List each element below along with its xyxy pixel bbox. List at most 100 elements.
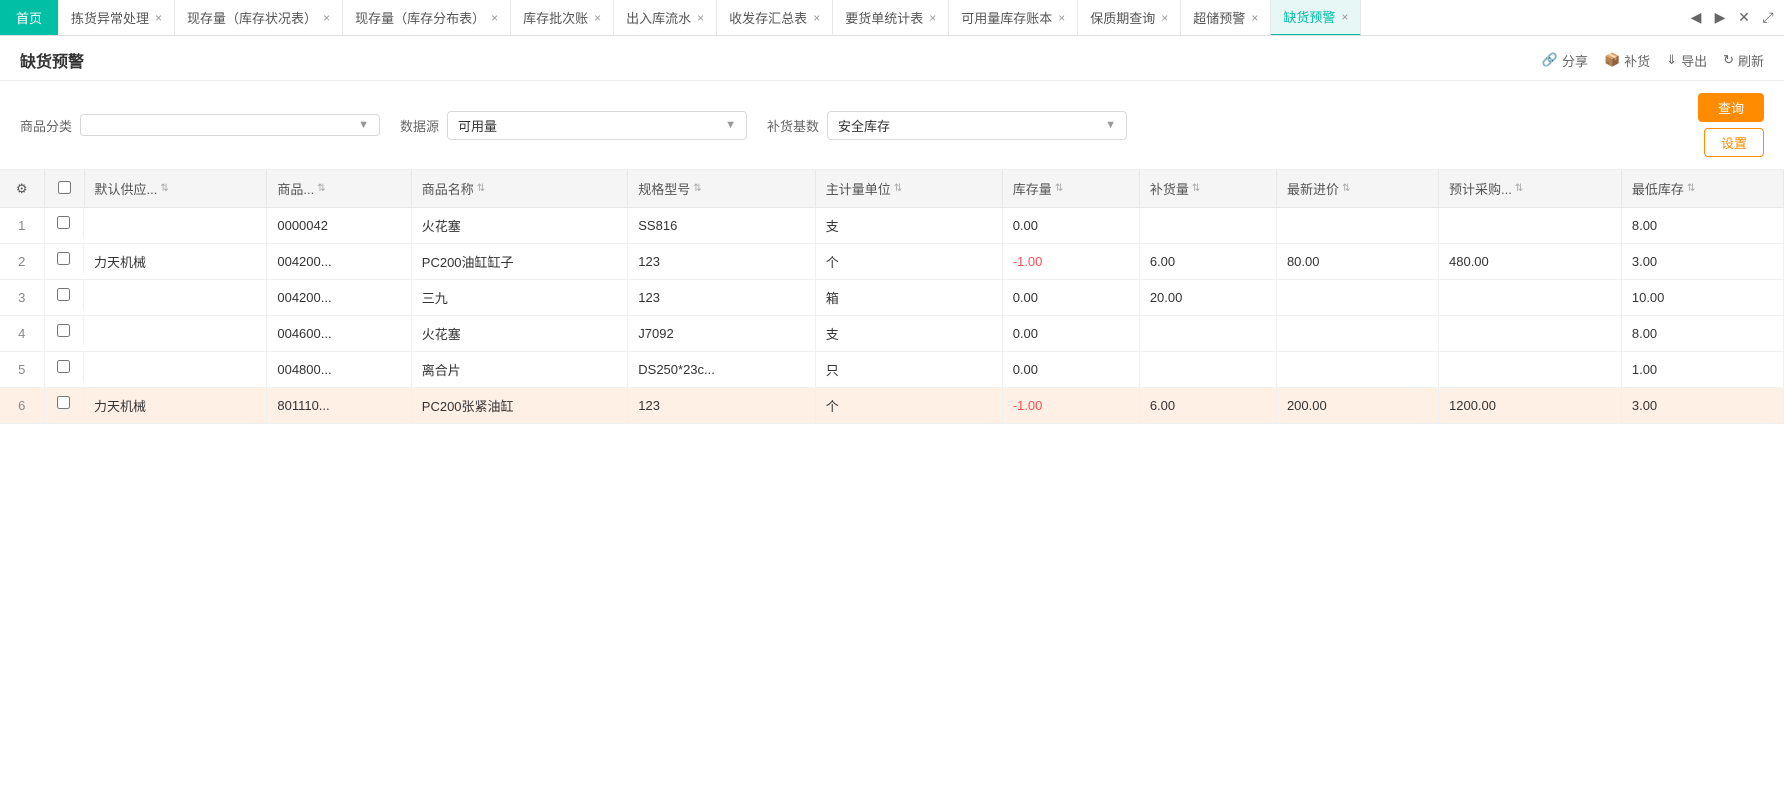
row-replenish-3: 20.00: [1139, 280, 1276, 316]
tab-available-ledger[interactable]: 可用量库存账本 ×: [949, 0, 1078, 36]
row-name-3: 三九: [411, 280, 627, 316]
tab-nav-next[interactable]: ▶: [1708, 6, 1732, 30]
close-tab-batch-account[interactable]: ×: [594, 11, 601, 25]
tab-nav-prev[interactable]: ◀: [1684, 6, 1708, 30]
row-unit-5: 只: [815, 352, 1002, 388]
category-select[interactable]: ▼: [80, 114, 380, 136]
query-button[interactable]: 查询: [1698, 93, 1764, 122]
datasource-value: 可用量: [458, 116, 497, 135]
row-num-4: 4: [0, 316, 44, 352]
row-unit-6: 个: [815, 388, 1002, 424]
settings-gear-icon[interactable]: ⚙: [16, 181, 28, 196]
table-body: 1 0000042 火花塞 SS816 支 0.00 8.00 2 力天机械 0…: [0, 208, 1784, 424]
close-tab-order-stats[interactable]: ×: [929, 11, 936, 25]
row-est-purchase-4: [1439, 316, 1622, 352]
refresh-button[interactable]: ↻ 刷新: [1723, 51, 1764, 70]
row-code-3: 004200...: [267, 280, 411, 316]
tab-home[interactable]: 首页: [0, 0, 59, 36]
row-spec-2: 123: [628, 244, 815, 280]
row-replenish-2: 6.00: [1139, 244, 1276, 280]
header-actions: 🔗 分享 📦 补货 ⇓ 导出 ↻ 刷新: [1542, 51, 1764, 70]
table-row: 6 力天机械 801110... PC200张紧油缸 123 个 -1.00 6…: [0, 388, 1784, 424]
row-stock-3: 0.00: [1002, 280, 1139, 316]
tab-batch-account[interactable]: 库存批次账 ×: [511, 0, 614, 36]
row-code-2: 004200...: [267, 244, 411, 280]
replenish-base-value: 安全库存: [838, 116, 890, 135]
data-table: ⚙ 默认供应... ⇅ 商品... ⇅: [0, 170, 1784, 424]
row-checkbox-1[interactable]: [45, 208, 85, 237]
tab-overstock[interactable]: 超储预警 ×: [1181, 0, 1271, 36]
row-replenish-5: [1139, 352, 1276, 388]
tab-close-all[interactable]: ✕: [1732, 6, 1756, 30]
col-settings[interactable]: ⚙: [0, 170, 44, 208]
replenish-icon: 📦: [1604, 52, 1620, 68]
col-unit: 主计量单位 ⇅: [815, 170, 1002, 208]
table-header-row: ⚙ 默认供应... ⇅ 商品... ⇅: [0, 170, 1784, 208]
sort-icon-unit: ⇅: [894, 183, 902, 194]
table-row: 3 004200... 三九 123 箱 0.00 20.00 10.00: [0, 280, 1784, 316]
page-title: 缺货预警: [20, 48, 1542, 72]
settings-button[interactable]: 设置: [1704, 128, 1764, 157]
row-unit-2: 个: [815, 244, 1002, 280]
tab-defect-handling[interactable]: 拣货异常处理 ×: [59, 0, 175, 36]
row-unit-4: 支: [815, 316, 1002, 352]
row-code-1: 0000042: [267, 208, 411, 244]
row-num-2: 2: [0, 244, 44, 280]
page-header: 缺货预警 🔗 分享 📦 补货 ⇓ 导出 ↻ 刷新: [0, 36, 1784, 81]
share-button[interactable]: 🔗 分享: [1542, 51, 1588, 70]
close-tab-inout-flow[interactable]: ×: [697, 11, 704, 25]
row-stock-2: -1.00: [1002, 244, 1139, 280]
row-checkbox-3[interactable]: [45, 280, 85, 309]
export-icon: ⇓: [1666, 52, 1677, 68]
close-tab-receipt-summary[interactable]: ×: [813, 11, 820, 25]
col-latest-price: 最新进价 ⇅: [1276, 170, 1438, 208]
page-content: 缺货预警 🔗 分享 📦 补货 ⇓ 导出 ↻ 刷新 商品分类: [0, 36, 1784, 796]
replenish-base-label: 补货基数: [767, 116, 819, 135]
close-tab-overstock[interactable]: ×: [1251, 11, 1258, 25]
row-checkbox-2[interactable]: [45, 244, 85, 273]
datasource-select[interactable]: 可用量 ▼: [447, 111, 747, 140]
replenish-base-arrow-icon: ▼: [1105, 119, 1116, 131]
datasource-arrow-icon: ▼: [725, 119, 736, 131]
close-tab-inventory-dist[interactable]: ×: [491, 11, 498, 25]
replenish-base-select[interactable]: 安全库存 ▼: [827, 111, 1127, 140]
table-row: 2 力天机械 004200... PC200油缸缸子 123 个 -1.00 6…: [0, 244, 1784, 280]
replenish-button[interactable]: 📦 补货: [1604, 51, 1650, 70]
row-min-stock-2: 3.00: [1621, 244, 1783, 280]
close-tab-inventory-status[interactable]: ×: [323, 11, 330, 25]
tab-order-stats[interactable]: 要货单统计表 ×: [833, 0, 949, 36]
row-name-1: 火花塞: [411, 208, 627, 244]
close-tab-defect-handling[interactable]: ×: [155, 11, 162, 25]
row-stock-5: 0.00: [1002, 352, 1139, 388]
row-spec-1: SS816: [628, 208, 815, 244]
export-button[interactable]: ⇓ 导出: [1666, 51, 1707, 70]
row-code-5: 004800...: [267, 352, 411, 388]
datasource-filter: 数据源 可用量 ▼: [400, 111, 747, 140]
row-min-stock-4: 8.00: [1621, 316, 1783, 352]
row-replenish-6: 6.00: [1139, 388, 1276, 424]
close-tab-shortage[interactable]: ×: [1341, 10, 1348, 24]
row-price-6: 200.00: [1276, 388, 1438, 424]
row-num-3: 3: [0, 280, 44, 316]
row-num-1: 1: [0, 208, 44, 244]
close-tab-expiry-query[interactable]: ×: [1161, 11, 1168, 25]
row-est-purchase-1: [1439, 208, 1622, 244]
select-all-checkbox[interactable]: [58, 181, 71, 194]
tab-inventory-dist[interactable]: 现存量（库存分布表） ×: [343, 0, 511, 36]
row-checkbox-5[interactable]: [45, 352, 85, 381]
tab-expiry-query[interactable]: 保质期查询 ×: [1078, 0, 1181, 36]
tab-shortage[interactable]: 缺货预警 ×: [1271, 0, 1361, 36]
tab-nav-buttons: ◀ ▶ ✕ ⤢: [1684, 6, 1784, 30]
sort-icon-replenish: ⇅: [1192, 183, 1200, 194]
tab-maximize[interactable]: ⤢: [1756, 6, 1780, 30]
row-checkbox-4[interactable]: [45, 316, 85, 345]
row-min-stock-1: 8.00: [1621, 208, 1783, 244]
row-spec-6: 123: [628, 388, 815, 424]
row-checkbox-6[interactable]: [45, 388, 85, 417]
row-stock-6: -1.00: [1002, 388, 1139, 424]
tab-receipt-summary[interactable]: 收发存汇总表 ×: [717, 0, 833, 36]
close-tab-available-ledger[interactable]: ×: [1058, 11, 1065, 25]
row-est-purchase-6: 1200.00: [1439, 388, 1622, 424]
tab-inventory-status[interactable]: 现存量（库存状况表） ×: [175, 0, 343, 36]
tab-inout-flow[interactable]: 出入库流水 ×: [614, 0, 717, 36]
